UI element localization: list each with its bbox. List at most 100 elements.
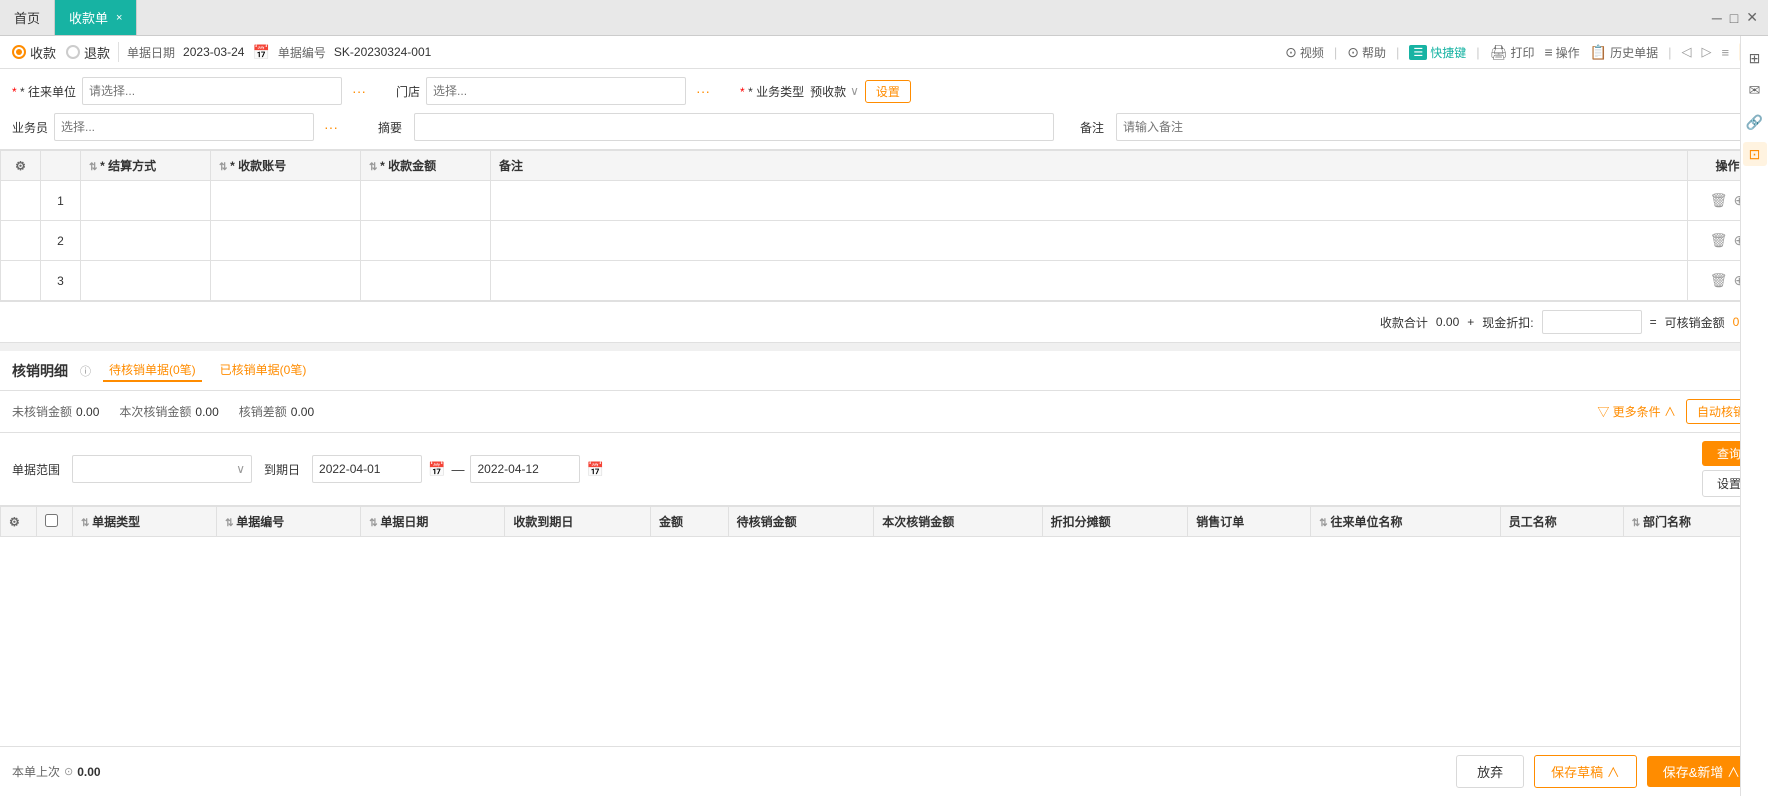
row3-method[interactable]	[81, 261, 211, 301]
row2-amount[interactable]	[361, 221, 491, 261]
col-header-method: ⇅ * 结算方式	[81, 151, 211, 181]
action-help-label: 帮助	[1362, 44, 1386, 61]
bottom-actions: 放弃 保存草稿 ∧ 保存&新增 ∧	[1456, 755, 1756, 788]
business-type-select[interactable]: 预收款 ∨	[810, 83, 859, 100]
col-header-remark: 备注	[491, 151, 1688, 181]
verify-title: 核销明细	[12, 361, 68, 381]
row3-remark[interactable]	[491, 261, 1688, 301]
range-select[interactable]: ∨	[72, 455, 252, 483]
row1-amount[interactable]	[361, 181, 491, 221]
row2-account[interactable]	[211, 221, 361, 261]
verify-tab-done[interactable]: 已核销单据(0笔)	[214, 359, 313, 382]
vcol-counterpart: ⇅ 往来单位名称	[1311, 507, 1501, 537]
verify-stats: 未核销金额 0.00 本次核销金额 0.00 核销差额 0.00 ▽ 更多条件 …	[0, 391, 1768, 433]
close-icon[interactable]: ✕	[1746, 9, 1758, 26]
vtable-gear-icon[interactable]: ⚙	[9, 515, 20, 529]
sidebar-screenshot-icon[interactable]: ⊡	[1743, 142, 1767, 166]
verify-info-icon[interactable]: ⓘ	[80, 363, 91, 379]
row1-settings	[1, 181, 41, 221]
date-range-separator: —	[451, 462, 464, 477]
discount-input[interactable]	[1542, 310, 1642, 334]
row2-delete-icon[interactable]: 🗑	[1710, 232, 1728, 249]
sidebar-link-icon[interactable]: 🔗	[1743, 110, 1767, 134]
summary-input[interactable]	[414, 113, 1054, 141]
table-row: 1 🗑 ⊕	[1, 181, 1768, 221]
carry-forward-value: 0.00	[77, 765, 100, 779]
action-video[interactable]: ⊙ 视频	[1285, 44, 1324, 61]
vcol-doc-date: ⇅ 单据日期	[361, 507, 505, 537]
nav-next-icon[interactable]: ▷	[1702, 44, 1712, 60]
radio-receipt[interactable]: 收款	[12, 43, 56, 62]
counterpart-input[interactable]	[82, 77, 342, 105]
filter-date-range: 📅 — 📅	[312, 455, 604, 483]
business-type-arrow-icon: ∨	[850, 84, 859, 98]
table-gear-icon[interactable]: ⚙	[15, 159, 26, 173]
store-label: 门店	[396, 83, 420, 100]
receipt-table: ⚙ ⇅ * 结算方式 ⇅ * 收款账号 ⇅	[0, 150, 1768, 301]
action-operation[interactable]: ≡ 操作	[1544, 44, 1579, 61]
docnum-value: SK-20230324-001	[334, 45, 431, 59]
total-label: 收款合计	[1380, 314, 1428, 331]
verify-stats-right: ▽ 更多条件 ∧ 自动核销	[1597, 399, 1756, 424]
vcol-employee: 员工名称	[1500, 507, 1623, 537]
tab-close-icon[interactable]: ×	[116, 12, 122, 24]
minimize-icon[interactable]: ─	[1712, 10, 1722, 26]
action-help[interactable]: ⊙ 帮助	[1347, 44, 1386, 61]
sidebar-table-icon[interactable]: ⊞	[1743, 46, 1767, 70]
settings-button[interactable]: 设置	[865, 80, 911, 103]
action-shortcut-label: 快捷键	[1430, 44, 1466, 61]
verify-tab-pending[interactable]: 待核销单据(0笔)	[103, 359, 202, 382]
abandon-button[interactable]: 放弃	[1456, 755, 1524, 788]
date-from-calendar-icon[interactable]: 📅	[428, 461, 445, 478]
maximize-icon[interactable]: □	[1730, 10, 1738, 26]
calendar-icon[interactable]: 📅	[252, 44, 269, 61]
row2-remark[interactable]	[491, 221, 1688, 261]
total-value: 0.00	[1436, 315, 1459, 329]
carry-forward-info-icon[interactable]: ⊙	[64, 765, 73, 778]
action-shortcut[interactable]: ☰ 快捷键	[1409, 44, 1466, 61]
more-conditions-btn[interactable]: ▽ 更多条件 ∧	[1597, 403, 1676, 420]
tab-receipt-label: 收款单	[69, 8, 108, 27]
store-more-icon[interactable]: ···	[692, 83, 714, 99]
row3-amount[interactable]	[361, 261, 491, 301]
sidebar-email-icon[interactable]: ✉	[1743, 78, 1767, 102]
row3-delete-icon[interactable]: 🗑	[1710, 272, 1728, 289]
row2-method[interactable]	[81, 221, 211, 261]
vcol-pending-amount: 待核销金额	[728, 507, 874, 537]
summary-row: 收款合计 0.00 + 现金折扣: = 可核销金额 0.00	[0, 301, 1768, 343]
nav-prev-icon[interactable]: ◁	[1682, 44, 1692, 60]
tab-home[interactable]: 首页	[0, 0, 55, 35]
range-select-arrow-icon: ∨	[236, 462, 245, 476]
docnum-label: 单据编号	[278, 44, 326, 61]
form-row-1: * 往来单位 ··· 门店 ··· * 业务类型 预收款 ∨ 设置	[12, 77, 1756, 105]
action-history[interactable]: 📋 历史单据	[1590, 44, 1658, 61]
vcol-verify-amount: 本次核销金额	[874, 507, 1042, 537]
row1-account[interactable]	[211, 181, 361, 221]
row1-method[interactable]	[81, 181, 211, 221]
row1-delete-icon[interactable]: 🗑	[1710, 192, 1728, 209]
date-to-calendar-icon[interactable]: 📅	[586, 461, 603, 478]
salesperson-more-icon[interactable]: ···	[320, 119, 342, 135]
remark-input[interactable]	[1116, 113, 1756, 141]
radio-refund[interactable]: 退款	[66, 43, 110, 62]
business-type-label: * 业务类型	[740, 83, 804, 100]
counterpart-more-icon[interactable]: ···	[348, 83, 370, 99]
tab-receipt[interactable]: 收款单 ×	[55, 0, 137, 35]
table-section: ⚙ ⇅ * 结算方式 ⇅ * 收款账号 ⇅	[0, 150, 1768, 343]
nav-list-icon[interactable]: ≡	[1722, 45, 1730, 60]
salesperson-input[interactable]	[54, 113, 314, 141]
date-from-input[interactable]	[312, 455, 422, 483]
store-input[interactable]	[426, 77, 686, 105]
date-to-input[interactable]	[470, 455, 580, 483]
form-section: * 往来单位 ··· 门店 ··· * 业务类型 预收款 ∨ 设置 业务员 ··…	[0, 69, 1768, 150]
vcol-discount: 折扣分摊额	[1042, 507, 1188, 537]
action-video-label: 视频	[1300, 44, 1324, 61]
date-value: 2023-03-24	[183, 45, 244, 59]
save-draft-label: 保存草稿 ∧	[1551, 762, 1620, 781]
row1-remark[interactable]	[491, 181, 1688, 221]
plus-sign: +	[1467, 315, 1474, 329]
row3-account[interactable]	[211, 261, 361, 301]
vtable-select-all[interactable]	[45, 514, 58, 527]
save-draft-button[interactable]: 保存草稿 ∧	[1534, 755, 1637, 788]
action-print[interactable]: 🖨 打印	[1490, 44, 1535, 61]
